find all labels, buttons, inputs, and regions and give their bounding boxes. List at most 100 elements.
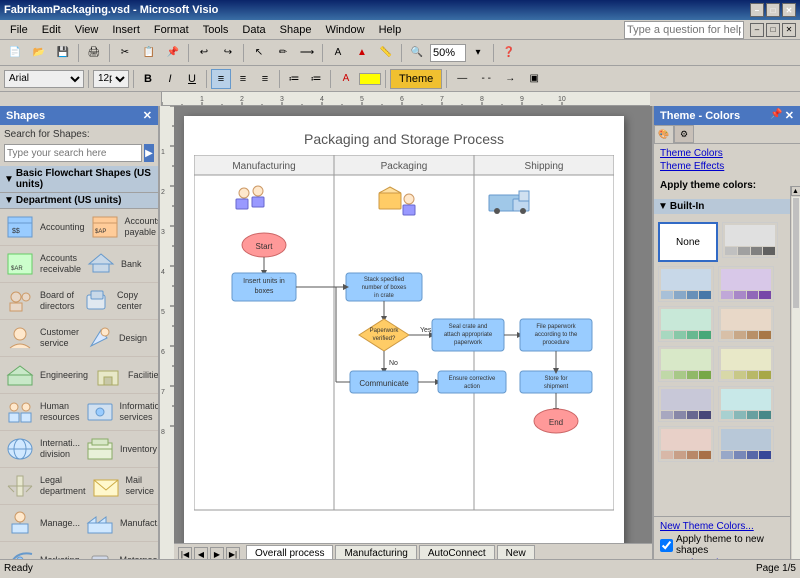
list-item[interactable]: Legal department Mail service <box>0 468 158 505</box>
shadow-btn[interactable]: ▣ <box>523 68 545 90</box>
search-go-btn[interactable]: ▶ <box>144 144 154 162</box>
zoom-out-btn[interactable]: 🔍 <box>406 42 428 64</box>
swatch-gray[interactable] <box>722 222 778 258</box>
save-btn[interactable]: 💾 <box>52 42 74 64</box>
zoom-dropdown[interactable]: ▾ <box>430 42 489 64</box>
undo-btn[interactable]: ↩ <box>193 42 215 64</box>
highlight-btn[interactable] <box>359 73 381 85</box>
align-center-btn[interactable]: ≡ <box>233 69 253 89</box>
app-minimize-btn[interactable]: – <box>750 23 764 37</box>
page-canvas: Packaging and Storage Process Manufactur… <box>184 116 624 546</box>
apply-new-shapes-checkbox[interactable] <box>660 539 673 552</box>
theme-tab-colors[interactable]: 🎨 <box>654 125 674 143</box>
theme-btn[interactable]: Theme <box>390 69 442 89</box>
swatch-blue1[interactable] <box>658 266 714 302</box>
search-input[interactable] <box>4 144 142 162</box>
copy-btn[interactable]: 📋 <box>138 42 160 64</box>
theme-scroll-up-btn[interactable]: ▲ <box>791 186 800 196</box>
align-left-btn[interactable]: ≡ <box>211 69 231 89</box>
align-right-btn[interactable]: ≡ <box>255 69 275 89</box>
pencil-btn[interactable]: ✏ <box>272 42 294 64</box>
list-item[interactable]: Internati... division Inventory <box>0 431 158 468</box>
expand-icon[interactable]: ▼ <box>658 201 668 212</box>
list-item[interactable]: Board of directors Copy center <box>0 283 158 320</box>
swatch-orange1[interactable] <box>718 306 774 342</box>
list-item[interactable]: Manage... Manufact... <box>0 505 158 542</box>
menu-format[interactable]: Format <box>148 22 195 38</box>
minimize-btn[interactable]: – <box>750 3 764 17</box>
swatch-darkblue1[interactable] <box>718 426 774 462</box>
maximize-btn[interactable]: □ <box>766 3 780 17</box>
zoom-dropdown-btn[interactable]: ▾ <box>467 42 489 64</box>
numbered-btn[interactable]: ≔ <box>306 69 326 89</box>
menu-tools[interactable]: Tools <box>197 22 235 38</box>
menu-edit[interactable]: Edit <box>36 22 67 38</box>
manage-icon <box>4 507 36 539</box>
swatch-green1[interactable] <box>658 306 714 342</box>
font-size-select[interactable]: 12pt. <box>93 70 129 88</box>
swatch-purple1[interactable] <box>718 266 774 302</box>
zoom-input[interactable] <box>430 44 466 62</box>
menu-view[interactable]: View <box>69 22 105 38</box>
line-style-btn[interactable]: - - <box>475 68 497 90</box>
svg-text:Stack specified: Stack specified <box>364 277 404 283</box>
list-item[interactable]: Engineering Facilities <box>0 357 158 394</box>
menu-shape[interactable]: Shape <box>274 22 318 38</box>
theme-pin-icon[interactable]: 📌 <box>770 109 782 122</box>
theme-close-icon[interactable]: ✕ <box>785 109 794 122</box>
hr-label: Human resources <box>40 401 80 423</box>
list-item[interactable]: Human resources Information services <box>0 394 158 431</box>
list-item[interactable]: $AR Accounts receivable Bank <box>0 246 158 283</box>
bold-btn[interactable]: B <box>138 69 158 89</box>
svg-text:Packaging: Packaging <box>381 161 428 172</box>
swatch-yellow1[interactable] <box>718 346 774 382</box>
bullets-btn[interactable]: ≔ <box>284 69 304 89</box>
new-btn[interactable]: 📄 <box>4 42 26 64</box>
menu-file[interactable]: File <box>4 22 34 38</box>
italic-btn[interactable]: I <box>160 69 180 89</box>
menu-help[interactable]: Help <box>373 22 408 38</box>
swatch-none[interactable]: None <box>658 222 718 262</box>
menu-data[interactable]: Data <box>236 22 271 38</box>
theme-scroll-thumb[interactable] <box>793 198 799 308</box>
swatch-rust1[interactable] <box>658 426 714 462</box>
underline-btn[interactable]: U <box>182 69 202 89</box>
theme-effects-link[interactable]: Theme Effects <box>660 161 794 172</box>
engineering-icon <box>4 359 36 391</box>
help-search-input[interactable] <box>624 21 744 39</box>
open-btn[interactable]: 📂 <box>28 42 50 64</box>
text-color-btn[interactable]: A <box>335 68 357 90</box>
line-ends-btn[interactable]: → <box>499 68 521 90</box>
fill-btn[interactable]: ▲ <box>351 42 373 64</box>
list-item[interactable]: $$ Accounting $AP Accounts payable <box>0 209 158 246</box>
line-btn[interactable]: 📏 <box>375 42 397 64</box>
app-close-btn[interactable]: ✕ <box>782 23 796 37</box>
text-btn[interactable]: A <box>327 42 349 64</box>
close-btn[interactable]: ✕ <box>782 3 796 17</box>
canvas-area[interactable]: Packaging and Storage Process Manufactur… <box>174 106 652 575</box>
theme-colors-link[interactable]: Theme Colors <box>660 148 794 159</box>
menu-window[interactable]: Window <box>319 22 370 38</box>
shapes-close-icon[interactable]: ✕ <box>143 109 152 122</box>
swatch-teal1[interactable] <box>718 386 774 422</box>
connector-btn[interactable]: ⟶ <box>296 42 318 64</box>
theme-tabs: 🎨 ⚙ <box>654 125 800 144</box>
line-weight-btn[interactable]: — <box>451 68 473 90</box>
menu-insert[interactable]: Insert <box>106 22 146 38</box>
theme-v-scrollbar[interactable]: ▲ ▼ <box>790 186 800 575</box>
swatch-lime1[interactable] <box>658 346 714 382</box>
theme-tab-effects[interactable]: ⚙ <box>674 125 694 143</box>
color-row-2 <box>658 266 796 302</box>
pointer-btn[interactable]: ↖ <box>248 42 270 64</box>
font-select[interactable]: Arial <box>4 70 84 88</box>
list-item[interactable]: Customer service Design <box>0 320 158 357</box>
new-theme-colors-link[interactable]: New Theme Colors... <box>660 521 794 532</box>
help-btn[interactable]: ❓ <box>498 42 520 64</box>
theme-scroll-track[interactable] <box>792 197 800 564</box>
cut-btn[interactable]: ✂ <box>114 42 136 64</box>
paste-btn[interactable]: 📌 <box>162 42 184 64</box>
swatch-slate1[interactable] <box>658 386 714 422</box>
print-btn[interactable]: 🖨 <box>83 42 105 64</box>
redo-btn[interactable]: ↪ <box>217 42 239 64</box>
app-maximize-btn[interactable]: □ <box>766 23 780 37</box>
